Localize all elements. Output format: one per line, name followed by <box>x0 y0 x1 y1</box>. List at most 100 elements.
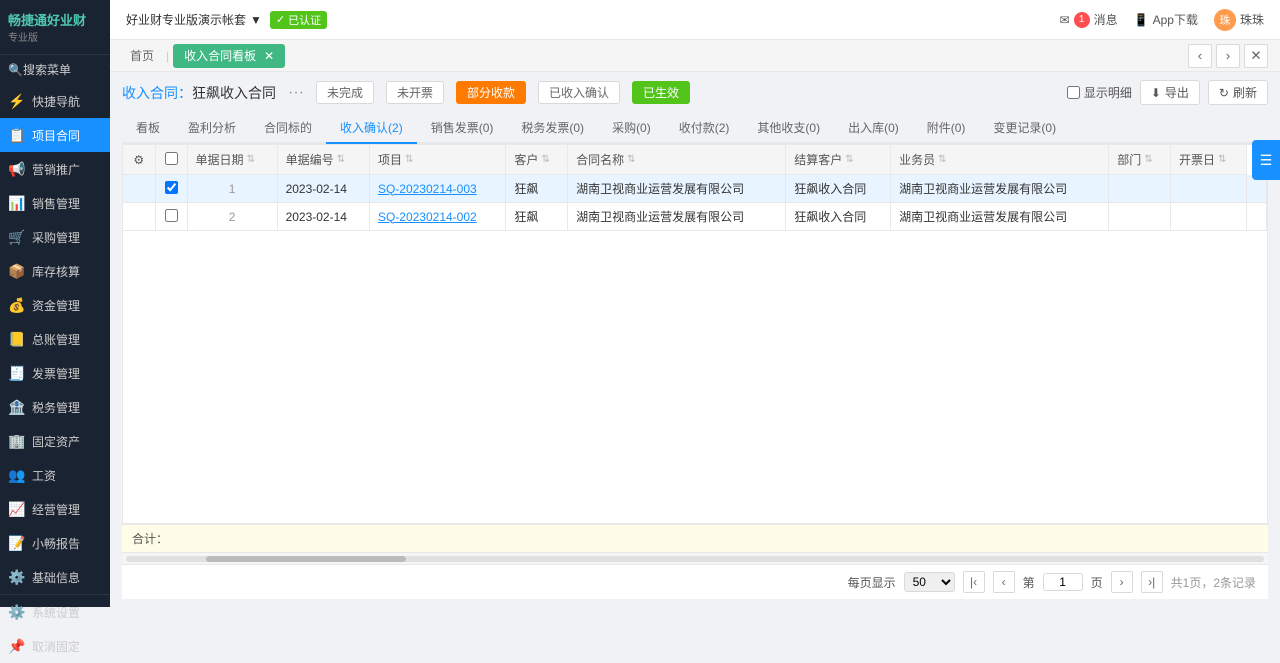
th-settings[interactable]: ⚙ <box>123 145 155 175</box>
th-salesperson[interactable]: 业务员⇅ <box>891 145 1109 175</box>
page-suffix: 页 <box>1091 574 1103 591</box>
close-icon[interactable]: ✕ <box>264 49 274 63</box>
tab-dashboard[interactable]: 看板 <box>122 113 174 144</box>
refresh-icon: ↻ <box>1219 86 1229 100</box>
tab-sales-invoice[interactable]: 销售发票(0) <box>417 113 508 144</box>
sidebar-bottom-pin[interactable]: 📌 取消固定 <box>0 629 110 663</box>
sidebar-item-marketing[interactable]: 📢 营销推广 <box>0 152 110 186</box>
sidebar-item-label: 资金管理 <box>32 297 80 314</box>
tab-contract[interactable]: 收入合同看板 ✕ <box>173 44 285 68</box>
certified-badge: ✓ 已认证 <box>270 11 327 29</box>
th-contract-name[interactable]: 合同名称⇅ <box>568 145 786 175</box>
doc-number-link[interactable]: SQ-20230214-002 <box>378 210 477 224</box>
tab-income-confirm[interactable]: 收入确认(2) <box>326 113 417 144</box>
refresh-btn[interactable]: ↻ 刷新 <box>1208 80 1268 105</box>
th-checkbox[interactable] <box>155 145 187 175</box>
page-input[interactable] <box>1043 573 1083 591</box>
message-label: 消息 <box>1094 11 1118 28</box>
th-salesperson-label: 业务员 <box>899 151 935 168</box>
tab-next-btn[interactable]: › <box>1216 44 1240 68</box>
tab-profit[interactable]: 盈利分析 <box>174 113 250 144</box>
cell-number[interactable]: SQ-20230214-002 <box>369 203 505 231</box>
doc-number-link[interactable]: SQ-20230214-003 <box>378 182 477 196</box>
tab-warehouse[interactable]: 出入库(0) <box>834 113 913 144</box>
page-last-btn[interactable]: ›| <box>1141 571 1163 593</box>
scrollbar-area[interactable] <box>122 552 1268 564</box>
sidebar-search[interactable]: 🔍 搜索菜单 <box>0 55 110 84</box>
tab-other-income[interactable]: 其他收支(0) <box>743 113 834 144</box>
table-footer: 合计： <box>122 524 1268 552</box>
tab-tax-invoice[interactable]: 税务发票(0) <box>507 113 598 144</box>
th-number-label: 单据编号 <box>286 151 334 168</box>
detail-checkbox-input[interactable] <box>1067 86 1080 99</box>
sidebar-item-project[interactable]: 📋 项目合同 <box>0 118 110 152</box>
page-first-btn[interactable]: |‹ <box>963 571 985 593</box>
th-open-date[interactable]: 开票日⇅ <box>1171 145 1247 175</box>
tab-change-log[interactable]: 变更记录(0) <box>979 113 1070 144</box>
tab-close-btn[interactable]: ✕ <box>1244 44 1268 68</box>
select-all-checkbox[interactable] <box>165 152 178 165</box>
user-avatar[interactable]: 珠 珠珠 <box>1214 9 1264 31</box>
inventory-icon: 📦 <box>8 262 26 280</box>
sidebar-item-tax[interactable]: 🏦 税务管理 <box>0 390 110 424</box>
page-prev-btn[interactable]: ‹ <box>993 571 1015 593</box>
tab-home[interactable]: 首页 <box>122 43 162 68</box>
tab-payment[interactable]: 收付款(2) <box>665 113 744 144</box>
status-uninvoiced[interactable]: 未开票 <box>386 81 444 104</box>
status-effective[interactable]: 已生效 <box>632 81 690 104</box>
sidebar-bottom-settings[interactable]: ⚙️ 系统设置 <box>0 595 110 629</box>
more-btn[interactable]: ··· <box>288 84 304 102</box>
scrollbar-track[interactable] <box>126 556 1264 562</box>
th-number[interactable]: 单据编号⇅ <box>277 145 369 175</box>
sidebar-quick-nav[interactable]: ⚡ 快捷导航 <box>0 84 110 118</box>
cell-checkbox[interactable] <box>155 203 187 231</box>
th-end-customer[interactable]: 结算客户⇅ <box>786 145 891 175</box>
sidebar-item-assets[interactable]: 🏢 固定资产 <box>0 424 110 458</box>
th-project-label: 项目 <box>378 151 402 168</box>
row-checkbox[interactable] <box>165 181 178 194</box>
page-next-btn[interactable]: › <box>1111 571 1133 593</box>
app-download-btn[interactable]: 📱 App下载 <box>1134 11 1198 28</box>
company-selector[interactable]: 好业财专业版演示帐套 ▼ <box>126 11 262 28</box>
status-partial[interactable]: 部分收款 <box>456 81 526 104</box>
per-page-select[interactable]: 50 100 200 <box>904 572 955 592</box>
sidebar-item-sales[interactable]: 📊 销售管理 <box>0 186 110 220</box>
tab-nav-buttons: ‹ › ✕ <box>1188 44 1268 68</box>
sidebar-item-basic[interactable]: ⚙️ 基础信息 <box>0 560 110 594</box>
th-customer[interactable]: 客户⇅ <box>506 145 568 175</box>
right-panel-btn[interactable]: ☰ <box>1252 140 1280 180</box>
th-department[interactable]: 部门⇅ <box>1109 145 1171 175</box>
status-incomplete[interactable]: 未完成 <box>316 81 374 104</box>
sidebar-item-inventory[interactable]: 📦 库存核算 <box>0 254 110 288</box>
tab-attachment[interactable]: 附件(0) <box>913 113 980 144</box>
sidebar-item-general[interactable]: 📒 总账管理 <box>0 322 110 356</box>
export-icon: ⬇ <box>1151 86 1161 100</box>
th-project[interactable]: 项目⇅ <box>369 145 505 175</box>
sidebar-item-report[interactable]: 📝 小畅报告 <box>0 526 110 560</box>
sidebar-item-invoice[interactable]: 🧾 发票管理 <box>0 356 110 390</box>
status-confirmed[interactable]: 已收入确认 <box>538 81 620 104</box>
tab-purchase[interactable]: 采购(0) <box>598 113 665 144</box>
sort-icon: ⇅ <box>938 154 946 165</box>
row-checkbox[interactable] <box>165 209 178 222</box>
cell-number[interactable]: SQ-20230214-003 <box>369 175 505 203</box>
sidebar-item-purchase[interactable]: 🛒 采购管理 <box>0 220 110 254</box>
avatar-icon: 珠 <box>1214 9 1236 31</box>
display-detail-checkbox[interactable]: 显示明细 <box>1067 84 1132 101</box>
header: 好业财专业版演示帐套 ▼ ✓ 已认证 ✉ 1 消息 📱 App下载 珠 珠珠 <box>110 0 1280 40</box>
tab-contract-target[interactable]: 合同标的 <box>250 113 326 144</box>
settings-gear-icon[interactable]: ⚙ <box>133 153 144 167</box>
export-btn[interactable]: ⬇ 导出 <box>1140 80 1200 105</box>
sidebar-item-capital[interactable]: 💰 资金管理 <box>0 288 110 322</box>
sort-icon: ⇅ <box>541 154 549 165</box>
tab-prev-btn[interactable]: ‹ <box>1188 44 1212 68</box>
sidebar: 畅捷通好业财 专业版 🔍 搜索菜单 ⚡ 快捷导航 📋 项目合同 📢 营销推广 📊… <box>0 0 110 607</box>
sidebar-item-ops[interactable]: 📈 经营管理 <box>0 492 110 526</box>
cell-salesperson <box>1109 175 1171 203</box>
scrollbar-thumb[interactable] <box>206 556 406 562</box>
sidebar-item-hr[interactable]: 👥 工资 <box>0 458 110 492</box>
cell-checkbox[interactable] <box>155 175 187 203</box>
settings-label: 系统设置 <box>32 604 80 621</box>
th-date[interactable]: 单据日期⇅ <box>187 145 277 175</box>
message-btn[interactable]: ✉ 1 消息 <box>1060 11 1118 28</box>
